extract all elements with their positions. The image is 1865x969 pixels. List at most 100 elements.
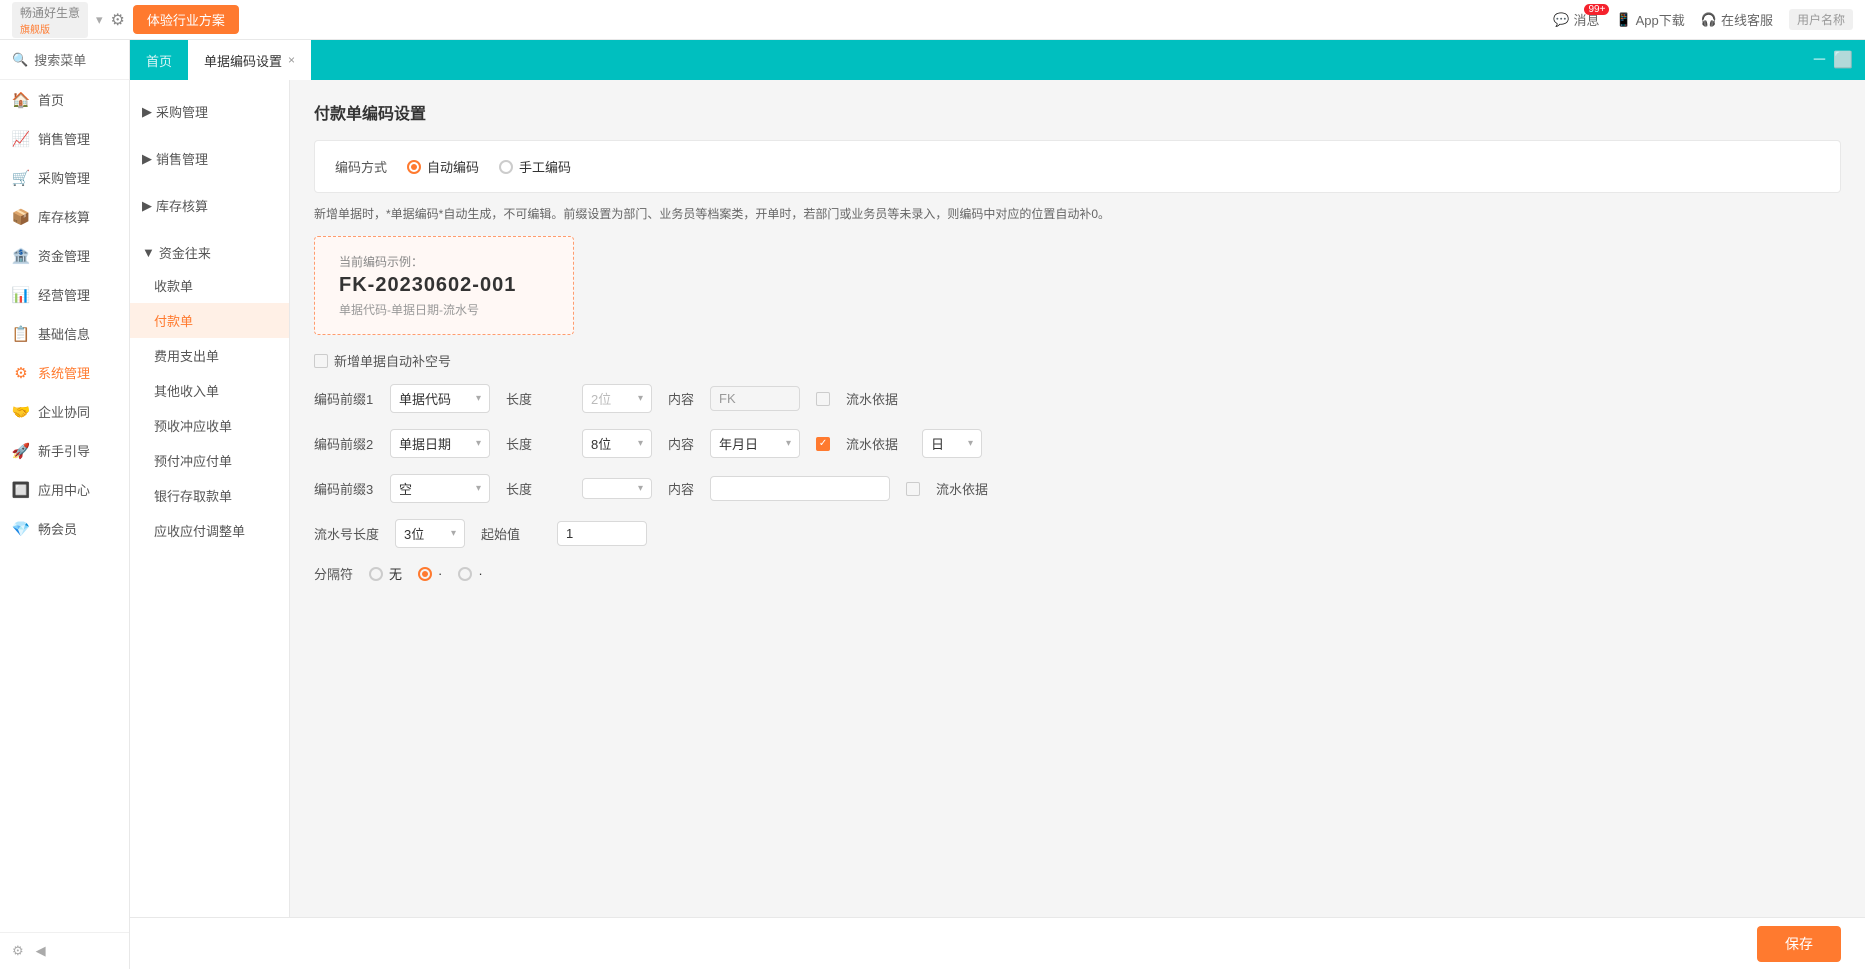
- sidebar-item-purchase[interactable]: 🛒 采购管理: [0, 158, 129, 197]
- prefix2-content-select[interactable]: 年月日 ▾: [710, 429, 800, 458]
- auto-fill-label: 新增单据自动补空号: [334, 351, 451, 370]
- top-bar-right: 💬 消息 99+ 📱 App下载 🎧 在线客服 用户名称: [1553, 9, 1853, 30]
- submenu-inventory-toggle[interactable]: ▶ 库存核算: [130, 190, 289, 221]
- sep-dash-radio[interactable]: [418, 567, 432, 581]
- sep-dash-option[interactable]: ·: [418, 566, 442, 581]
- tab-encode-settings[interactable]: 单据编码设置 ×: [188, 40, 311, 80]
- submenu-item-expense[interactable]: 费用支出单: [130, 338, 289, 373]
- submenu-sales-toggle[interactable]: ▶ 销售管理: [130, 143, 289, 174]
- sidebar-item-member[interactable]: 💎 畅会员: [0, 509, 129, 548]
- serial-length-select[interactable]: 3位 ▾: [395, 519, 465, 548]
- sidebar-item-capital[interactable]: 🏦 资金管理: [0, 236, 129, 275]
- prefix1-label: 编码前缀1: [314, 389, 374, 408]
- sep-none-radio[interactable]: [369, 567, 383, 581]
- auto-encode-radio[interactable]: [407, 160, 421, 174]
- trial-button[interactable]: 体验行业方案: [133, 5, 239, 34]
- prefix2-length-label: 长度: [506, 434, 566, 453]
- submenu-purchase-toggle[interactable]: ▶ 采购管理: [130, 96, 289, 127]
- prefix2-serial-label: 流水依据: [846, 434, 906, 453]
- serial-length-arrow: ▾: [451, 528, 456, 539]
- submenu-item-prepay-pay[interactable]: 预付冲应付单: [130, 443, 289, 478]
- submenu-item-other-income[interactable]: 其他收入单: [130, 373, 289, 408]
- top-bar-left: 畅通好生意 旗舰版 ▾ ⚙ 体验行业方案: [12, 2, 239, 38]
- tab-close-icon[interactable]: ×: [288, 53, 295, 67]
- prefix2-select[interactable]: 单据日期 ▾: [390, 429, 490, 458]
- page-title: 付款单编码设置: [314, 100, 1841, 124]
- auto-fill-checkbox[interactable]: [314, 354, 328, 368]
- sep-dot-radio[interactable]: [458, 567, 472, 581]
- preview-label: 当前编码示例：: [339, 253, 549, 270]
- submenu-item-payment[interactable]: 付款单: [130, 303, 289, 338]
- start-value-input[interactable]: [557, 521, 647, 546]
- prefix1-length-select[interactable]: 2位 ▾: [582, 384, 652, 413]
- prefix3-length-label: 长度: [506, 479, 566, 498]
- manual-encode-option[interactable]: 手工编码: [499, 157, 571, 176]
- prefix2-unit-select[interactable]: 日 ▾: [922, 429, 982, 458]
- tab-bar-actions: ─ ⬜: [1814, 50, 1865, 70]
- prefix2-row: 编码前缀2 单据日期 ▾ 长度 8位 ▾ 内容 年月日 ▾: [314, 429, 1841, 458]
- prefix2-select-arrow: ▾: [476, 438, 481, 449]
- sidebar-item-sales[interactable]: 📈 销售管理: [0, 119, 129, 158]
- bottom-settings-icon[interactable]: ⚙: [12, 943, 24, 959]
- guide-icon: 🚀: [12, 442, 30, 460]
- sidebar-item-enterprise[interactable]: 🤝 企业协同: [0, 392, 129, 431]
- settings-icon[interactable]: ⚙: [111, 10, 125, 30]
- sidebar-item-home[interactable]: 🏠 首页: [0, 80, 129, 119]
- prefix2-unit-arrow: ▾: [968, 438, 973, 449]
- prefix1-select-arrow: ▾: [476, 393, 481, 404]
- content-area: ▶ 采购管理 ▶ 销售管理 ▶ 库存核算: [130, 80, 1865, 917]
- purchase-icon: 🛒: [12, 169, 30, 187]
- dropdown-arrow[interactable]: ▾: [96, 12, 103, 28]
- sep-none-option[interactable]: 无: [369, 564, 402, 583]
- prefix2-content-arrow: ▾: [786, 438, 791, 449]
- prefix2-serial-checkbox[interactable]: [816, 437, 830, 451]
- prefix1-select[interactable]: 单据代码 ▾: [390, 384, 490, 413]
- separator-label: 分隔符: [314, 564, 353, 583]
- sep-dot-option[interactable]: ·: [458, 566, 482, 581]
- search-menu[interactable]: 🔍 搜索菜单: [0, 40, 129, 80]
- prefix1-serial-checkbox[interactable]: [816, 392, 830, 406]
- user-info[interactable]: 用户名称: [1789, 9, 1853, 30]
- code-preview-box: 当前编码示例： FK-20230602-001 单据代码-单据日期-流水号: [314, 236, 574, 335]
- auto-fill-row: 新增单据自动补空号: [314, 351, 1841, 370]
- tab-maximize-button[interactable]: ⬜: [1833, 50, 1853, 70]
- submenu-capital-toggle[interactable]: ▼ 资金往来: [130, 237, 289, 268]
- sidebar-item-inventory[interactable]: 📦 库存核算: [0, 197, 129, 236]
- member-icon: 💎: [12, 520, 30, 538]
- prefix2-content-label: 内容: [668, 434, 694, 453]
- system-icon: ⚙: [12, 364, 30, 382]
- prefix3-length-select[interactable]: ▾: [582, 478, 652, 499]
- prefix3-serial-checkbox[interactable]: [906, 482, 920, 496]
- tab-minimize-button[interactable]: ─: [1814, 51, 1825, 69]
- app-download-link[interactable]: 📱 App下载: [1615, 10, 1684, 29]
- sidebar-item-system[interactable]: ⚙ 系统管理: [0, 353, 129, 392]
- prefix3-select[interactable]: 空 ▾: [390, 474, 490, 503]
- separator-row: 分隔符 无 · ·: [314, 564, 1841, 583]
- prefix1-serial-label: 流水依据: [846, 389, 906, 408]
- submenu-item-receipts[interactable]: 收款单: [130, 268, 289, 303]
- submenu-item-prepay-collect[interactable]: 预收冲应收单: [130, 408, 289, 443]
- sidebar-collapse-icon[interactable]: ◀: [36, 943, 46, 959]
- manual-encode-radio[interactable]: [499, 160, 513, 174]
- prefix1-row: 编码前缀1 单据代码 ▾ 长度 2位 ▾ 内容 流水依据: [314, 384, 1841, 413]
- prefix2-length-select[interactable]: 8位 ▾: [582, 429, 652, 458]
- sidebar-item-operation[interactable]: 📊 经营管理: [0, 275, 129, 314]
- message-button[interactable]: 💬 消息 99+: [1553, 10, 1599, 29]
- prefix1-content-input[interactable]: [710, 386, 800, 411]
- prefix3-content-input[interactable]: [710, 476, 890, 501]
- preview-code: FK-20230602-001: [339, 274, 549, 297]
- sidebar-item-guide[interactable]: 🚀 新手引导: [0, 431, 129, 470]
- prefix3-label: 编码前缀3: [314, 479, 374, 498]
- sidebar-item-apps[interactable]: 🔲 应用中心: [0, 470, 129, 509]
- submenu-item-adjust[interactable]: 应收应付调整单: [130, 513, 289, 548]
- sidebar-item-basic[interactable]: 📋 基础信息: [0, 314, 129, 353]
- submenu-group-capital: ▼ 资金往来 收款单 付款单 费用支出单 其他收入单 预收冲应收单 预付冲应付单…: [130, 229, 289, 556]
- save-button[interactable]: 保存: [1757, 926, 1841, 962]
- auto-encode-option[interactable]: 自动编码: [407, 157, 479, 176]
- online-service-link[interactable]: 🎧 在线客服: [1701, 10, 1773, 29]
- tab-bar: 首页 单据编码设置 × ─ ⬜: [130, 40, 1865, 80]
- sub-menu: ▶ 采购管理 ▶ 销售管理 ▶ 库存核算: [130, 80, 290, 917]
- tab-home[interactable]: 首页: [130, 40, 188, 80]
- submenu-group-purchase: ▶ 采购管理: [130, 88, 289, 135]
- submenu-item-bank[interactable]: 银行存取款单: [130, 478, 289, 513]
